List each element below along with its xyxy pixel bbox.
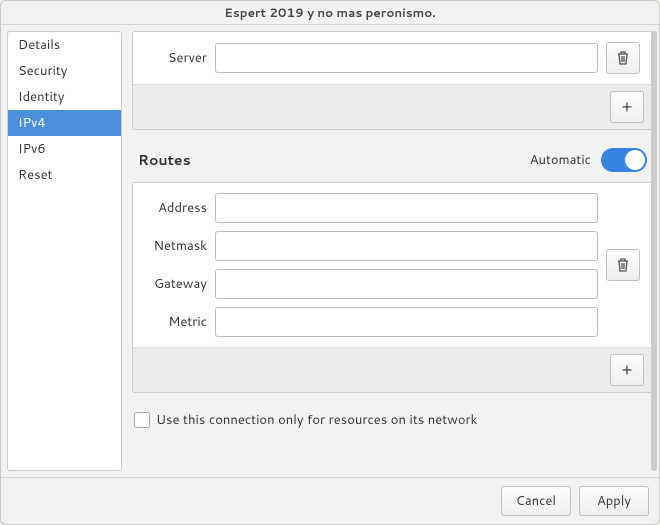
route-netmask-label: Netmask (145, 237, 207, 255)
routes-panel: Address Netmask Gateway Metric (132, 182, 653, 393)
sidebar-item-details[interactable]: Details (8, 32, 121, 58)
apply-button[interactable]: Apply (579, 486, 649, 516)
route-fields: Address Netmask Gateway Metric (145, 193, 598, 337)
dns-panel: Server + (132, 31, 653, 130)
window-title: Espert 2019 y no mas peronismo. (1, 1, 659, 25)
route-address-input[interactable] (215, 193, 598, 223)
content-scrollbar[interactable] (651, 31, 657, 471)
only-local-label: Use this connection only for resources o… (156, 411, 477, 429)
routes-automatic-switch[interactable] (601, 148, 647, 172)
route-metric-input[interactable] (215, 307, 598, 337)
only-local-row[interactable]: Use this connection only for resources o… (132, 407, 653, 437)
trash-icon (616, 50, 630, 66)
sidebar-item-security[interactable]: Security (8, 58, 121, 84)
routes-add-bar: + (133, 347, 652, 392)
route-metric-label: Metric (145, 313, 207, 331)
settings-window: Espert 2019 y no mas peronismo. Details … (0, 0, 660, 525)
route-entry: Address Netmask Gateway Metric (133, 183, 652, 347)
sidebar-item-identity[interactable]: Identity (8, 84, 121, 110)
cancel-button[interactable]: Cancel (501, 486, 571, 516)
routes-automatic-label: Automatic (530, 151, 591, 169)
route-gateway-input[interactable] (215, 269, 598, 299)
dialog-footer: Cancel Apply (1, 477, 659, 524)
route-netmask-input[interactable] (215, 231, 598, 261)
only-local-checkbox[interactable] (134, 412, 150, 428)
routes-automatic-wrap: Automatic (530, 148, 647, 172)
dns-delete-button[interactable] (606, 42, 640, 74)
sidebar: Details Security Identity IPv4 IPv6 Rese… (7, 31, 122, 471)
sidebar-item-ipv4[interactable]: IPv4 (8, 110, 121, 136)
sidebar-item-reset[interactable]: Reset (8, 162, 121, 188)
trash-icon (616, 257, 630, 273)
route-gateway-label: Gateway (145, 275, 207, 293)
dns-server-input[interactable] (215, 43, 598, 73)
dns-server-row: Server (133, 32, 652, 84)
content-pane: Server + Routes Automat (122, 25, 659, 477)
plus-icon: + (622, 99, 633, 115)
route-delete-button[interactable] (606, 249, 640, 281)
routes-header: Routes Automatic (132, 144, 653, 182)
dns-add-button[interactable]: + (610, 91, 644, 123)
dns-server-label: Server (145, 49, 207, 67)
dns-add-bar: + (133, 84, 652, 129)
window-body: Details Security Identity IPv4 IPv6 Rese… (1, 25, 659, 477)
route-address-label: Address (145, 199, 207, 217)
routes-title: Routes (138, 150, 191, 170)
plus-icon: + (622, 362, 633, 378)
routes-add-button[interactable]: + (610, 354, 644, 386)
sidebar-item-ipv6[interactable]: IPv6 (8, 136, 121, 162)
